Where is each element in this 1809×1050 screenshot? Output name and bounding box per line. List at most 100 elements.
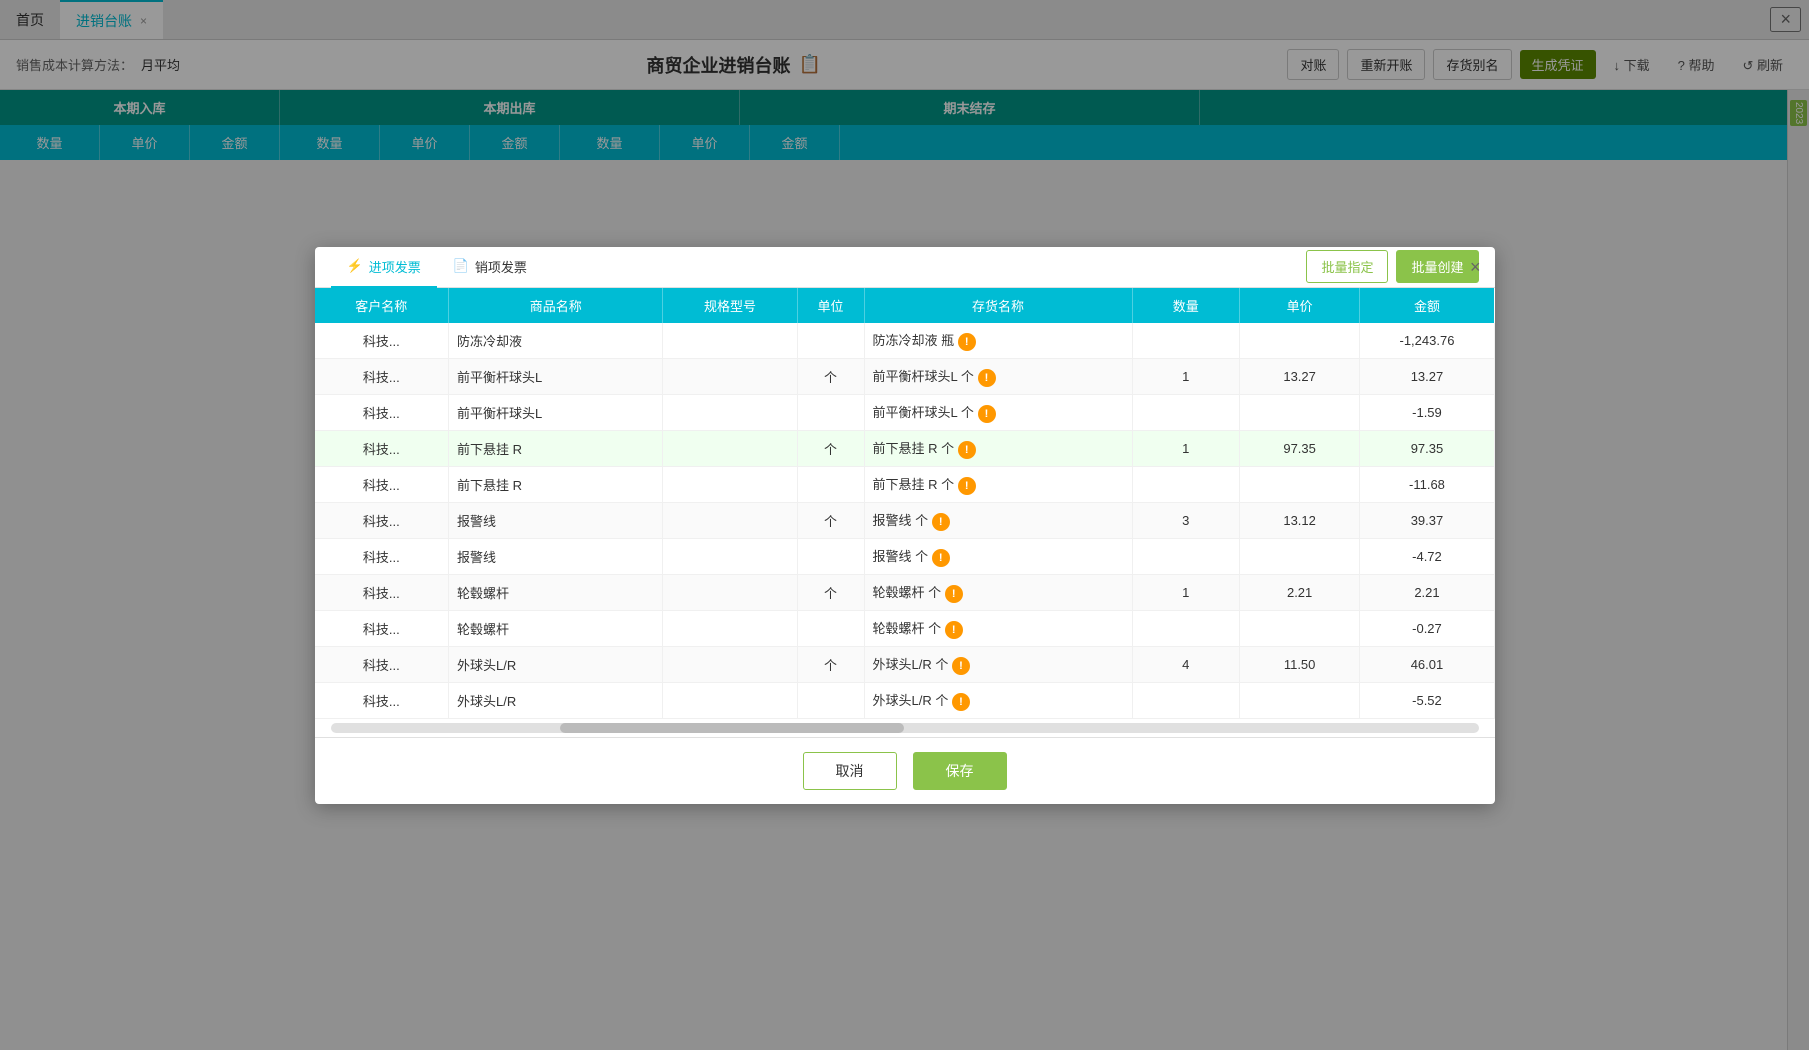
th-price: 单价 xyxy=(1239,288,1360,323)
cell-qty: 4 xyxy=(1132,646,1239,682)
tab-purchase-label: 进项发票 xyxy=(369,257,421,276)
modal-table-wrap[interactable]: 客户名称 商品名称 规格型号 单位 存货名称 数量 单价 金额 科技... 防冻… xyxy=(315,288,1495,719)
tab-purchase-icon: ⚡ xyxy=(347,258,363,274)
cell-qty: 1 xyxy=(1132,430,1239,466)
table-row: 科技... 轮毂螺杆 轮毂螺杆 个 ! -0.27 xyxy=(315,610,1495,646)
warn-icon: ! xyxy=(958,441,976,459)
table-row: 科技... 前平衡杆球头L 前平衡杆球头L 个 ! -1.59 xyxy=(315,394,1495,430)
cell-product: 外球头L/R xyxy=(449,646,663,682)
cell-unit xyxy=(797,394,864,430)
cell-unit xyxy=(797,682,864,718)
cell-inventory: 报警线 个 ! xyxy=(864,502,1132,538)
cell-inventory: 轮毂螺杆 个 ! xyxy=(864,574,1132,610)
cell-price xyxy=(1239,466,1360,502)
cell-unit: 个 xyxy=(797,502,864,538)
warn-icon: ! xyxy=(978,405,996,423)
cell-customer: 科技... xyxy=(315,574,449,610)
cell-unit: 个 xyxy=(797,574,864,610)
batch-create-button[interactable]: 批量创建 xyxy=(1396,250,1478,283)
cell-price xyxy=(1239,682,1360,718)
cell-inventory: 前下悬挂 R 个 ! xyxy=(864,466,1132,502)
cell-inventory: 防冻冷却液 瓶 ! xyxy=(864,323,1132,359)
modal-footer: 取消 保存 xyxy=(315,737,1495,804)
cell-inventory: 报警线 个 ! xyxy=(864,538,1132,574)
cancel-button[interactable]: 取消 xyxy=(803,752,897,790)
table-row: 科技... 报警线 报警线 个 ! -4.72 xyxy=(315,538,1495,574)
save-button[interactable]: 保存 xyxy=(913,752,1007,790)
th-qty: 数量 xyxy=(1132,288,1239,323)
tab-purchase-invoice[interactable]: ⚡ 进项发票 xyxy=(331,247,437,288)
cell-inventory: 前下悬挂 R 个 ! xyxy=(864,430,1132,466)
cell-spec xyxy=(663,610,797,646)
cell-unit: 个 xyxy=(797,430,864,466)
cell-inventory: 前平衡杆球头L 个 ! xyxy=(864,358,1132,394)
cell-amount: 13.27 xyxy=(1360,358,1494,394)
warn-icon: ! xyxy=(978,369,996,387)
warn-icon: ! xyxy=(932,513,950,531)
cell-price xyxy=(1239,538,1360,574)
cell-price xyxy=(1239,610,1360,646)
tab-sales-invoice[interactable]: 📄 销项发票 xyxy=(437,247,543,288)
cell-qty: 1 xyxy=(1132,574,1239,610)
cell-spec xyxy=(663,538,797,574)
warn-icon: ! xyxy=(945,585,963,603)
cell-product: 防冻冷却液 xyxy=(449,323,663,359)
cell-price: 2.21 xyxy=(1239,574,1360,610)
cell-product: 报警线 xyxy=(449,502,663,538)
batch-assign-button[interactable]: 批量指定 xyxy=(1306,250,1388,283)
cell-spec xyxy=(663,502,797,538)
tab-sales-label: 销项发票 xyxy=(475,257,527,276)
cell-customer: 科技... xyxy=(315,646,449,682)
cell-unit xyxy=(797,323,864,359)
cell-product: 外球头L/R xyxy=(449,682,663,718)
scrollbar-thumb xyxy=(560,723,904,733)
cell-customer: 科技... xyxy=(315,538,449,574)
warn-icon: ! xyxy=(958,477,976,495)
cell-product: 前下悬挂 R xyxy=(449,466,663,502)
cell-price: 97.35 xyxy=(1239,430,1360,466)
table-row: 科技... 防冻冷却液 防冻冷却液 瓶 ! -1,243.76 xyxy=(315,323,1495,359)
cell-product: 前平衡杆球头L xyxy=(449,358,663,394)
warn-icon: ! xyxy=(952,657,970,675)
cell-unit xyxy=(797,538,864,574)
warn-icon: ! xyxy=(952,693,970,711)
cell-qty xyxy=(1132,610,1239,646)
cell-spec xyxy=(663,394,797,430)
table-row: 科技... 前下悬挂 R 前下悬挂 R 个 ! -11.68 xyxy=(315,466,1495,502)
modal-close-button[interactable]: × xyxy=(1470,257,1481,278)
table-row: 科技... 报警线 个 报警线 个 ! 3 13.12 39.37 xyxy=(315,502,1495,538)
cell-spec xyxy=(663,574,797,610)
cell-spec xyxy=(663,646,797,682)
cell-unit xyxy=(797,610,864,646)
th-customer: 客户名称 xyxy=(315,288,449,323)
cell-spec xyxy=(663,430,797,466)
cell-spec xyxy=(663,466,797,502)
cell-unit: 个 xyxy=(797,358,864,394)
th-inventory: 存货名称 xyxy=(864,288,1132,323)
cell-amount: -5.52 xyxy=(1360,682,1494,718)
cell-price: 13.12 xyxy=(1239,502,1360,538)
cell-spec xyxy=(663,358,797,394)
table-row: 科技... 外球头L/R 个 外球头L/R 个 ! 4 11.50 46.01 xyxy=(315,646,1495,682)
cell-amount: 2.21 xyxy=(1360,574,1494,610)
cell-amount: -1.59 xyxy=(1360,394,1494,430)
cell-customer: 科技... xyxy=(315,358,449,394)
cell-customer: 科技... xyxy=(315,502,449,538)
horizontal-scrollbar[interactable] xyxy=(331,723,1479,733)
cell-customer: 科技... xyxy=(315,682,449,718)
cell-customer: 科技... xyxy=(315,394,449,430)
cell-product: 前平衡杆球头L xyxy=(449,394,663,430)
table-row: 科技... 前下悬挂 R 个 前下悬挂 R 个 ! 1 97.35 97.35 xyxy=(315,430,1495,466)
table-row: 科技... 前平衡杆球头L 个 前平衡杆球头L 个 ! 1 13.27 13.2… xyxy=(315,358,1495,394)
cell-unit xyxy=(797,466,864,502)
cell-qty xyxy=(1132,323,1239,359)
cell-amount: -4.72 xyxy=(1360,538,1494,574)
cell-amount: -0.27 xyxy=(1360,610,1494,646)
th-spec: 规格型号 xyxy=(663,288,797,323)
cell-customer: 科技... xyxy=(315,430,449,466)
invoice-table: 客户名称 商品名称 规格型号 单位 存货名称 数量 单价 金额 科技... 防冻… xyxy=(315,288,1495,719)
cell-product: 轮毂螺杆 xyxy=(449,610,663,646)
modal-tab-actions: 批量指定 批量创建 xyxy=(1306,250,1478,283)
cell-amount: 97.35 xyxy=(1360,430,1494,466)
cell-qty xyxy=(1132,682,1239,718)
